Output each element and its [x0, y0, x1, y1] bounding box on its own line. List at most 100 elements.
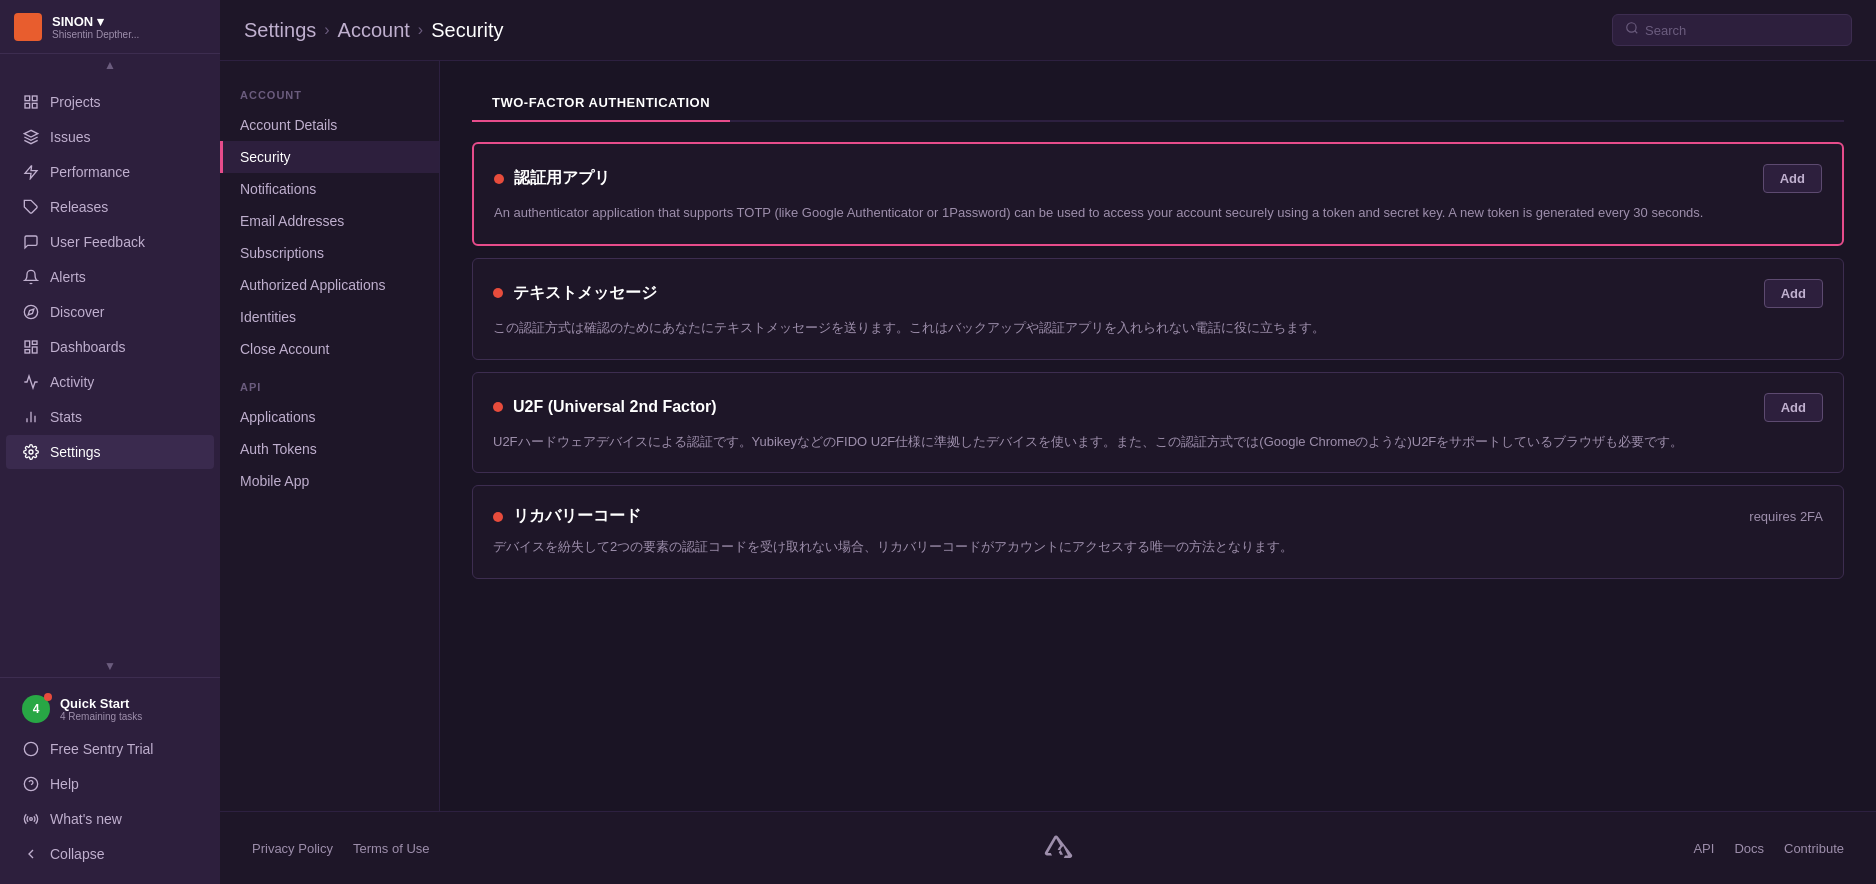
footer-link-api[interactable]: API — [1693, 841, 1714, 856]
quick-start-item[interactable]: 4 Quick Start 4 Remaining tasks — [6, 687, 214, 731]
auth-card-header: U2F (Universal 2nd Factor) Add — [493, 393, 1823, 422]
auth-card-u2f: U2F (Universal 2nd Factor) Add U2Fハードウェア… — [472, 372, 1844, 474]
sidebar-item-label: Dashboards — [50, 339, 126, 355]
auth-card-title: U2F (Universal 2nd Factor) — [493, 398, 717, 416]
settings-nav-account-details[interactable]: Account Details — [220, 109, 439, 141]
sidebar-item-label: Stats — [50, 409, 82, 425]
circle-icon — [22, 740, 40, 758]
tab-bar: TWO-FACTOR AUTHENTICATION — [472, 85, 1844, 122]
bell-icon — [22, 268, 40, 286]
sidebar-item-label: What's new — [50, 811, 122, 827]
settings-nav-identities[interactable]: Identities — [220, 301, 439, 333]
sidebar-item-discover[interactable]: Discover — [6, 295, 214, 329]
settings-nav-authorized-applications[interactable]: Authorized Applications — [220, 269, 439, 301]
sidebar-item-label: Help — [50, 776, 79, 792]
settings-nav-mobile-app[interactable]: Mobile App — [220, 465, 439, 497]
sidebar-item-dashboards[interactable]: Dashboards — [6, 330, 214, 364]
sidebar-item-label: Free Sentry Trial — [50, 741, 153, 757]
settings-nav-security[interactable]: Security — [220, 141, 439, 173]
sidebar-item-releases[interactable]: Releases — [6, 190, 214, 224]
settings-nav-notifications[interactable]: Notifications — [220, 173, 439, 205]
svg-rect-3 — [32, 103, 37, 108]
sidebar: SINON ▾ Shisentin Depther... ▲ Projects … — [0, 0, 220, 884]
chevron-left-icon — [22, 845, 40, 863]
breadcrumb: Settings › Account › Security — [244, 19, 503, 42]
search-bar[interactable] — [1612, 14, 1852, 46]
svg-rect-1 — [32, 96, 37, 101]
status-dot — [493, 402, 503, 412]
svg-point-16 — [24, 742, 37, 755]
content-area: ACCOUNT Account Details Security Notific… — [220, 61, 1876, 811]
org-header[interactable]: SINON ▾ Shisentin Depther... — [0, 0, 220, 54]
svg-point-19 — [30, 818, 33, 821]
sidebar-item-settings[interactable]: Settings — [6, 435, 214, 469]
auth-card-title: 認証用アプリ — [494, 168, 610, 189]
footer-link-contribute[interactable]: Contribute — [1784, 841, 1844, 856]
account-section-label: ACCOUNT — [220, 89, 439, 109]
sidebar-item-label: Collapse — [50, 846, 104, 862]
search-input[interactable] — [1645, 23, 1839, 38]
settings-nav-auth-tokens[interactable]: Auth Tokens — [220, 433, 439, 465]
sidebar-item-free-trial[interactable]: Free Sentry Trial — [6, 732, 214, 766]
breadcrumb-account[interactable]: Account — [338, 19, 410, 42]
top-header: Settings › Account › Security — [220, 0, 1876, 61]
footer-link-privacy[interactable]: Privacy Policy — [252, 841, 333, 856]
auth-card-header: 認証用アプリ Add — [494, 164, 1822, 193]
sentry-logo — [1043, 828, 1079, 868]
add-authenticator-app-button[interactable]: Add — [1763, 164, 1822, 193]
settings-nav-close-account[interactable]: Close Account — [220, 333, 439, 365]
sidebar-item-activity[interactable]: Activity — [6, 365, 214, 399]
auth-card-header: リカバリーコード requires 2FA — [493, 506, 1823, 527]
org-logo — [14, 13, 42, 41]
sidebar-item-label: Issues — [50, 129, 90, 145]
settings-nav-email-addresses[interactable]: Email Addresses — [220, 205, 439, 237]
sidebar-item-label: Settings — [50, 444, 101, 460]
footer: Privacy Policy Terms of Use API Docs Con… — [220, 811, 1876, 884]
sidebar-item-projects[interactable]: Projects — [6, 85, 214, 119]
sidebar-item-collapse[interactable]: Collapse — [6, 837, 214, 871]
status-dot — [494, 174, 504, 184]
footer-center — [1043, 828, 1079, 868]
svg-rect-2 — [25, 103, 30, 108]
tab-two-factor[interactable]: TWO-FACTOR AUTHENTICATION — [472, 85, 730, 122]
sidebar-item-performance[interactable]: Performance — [6, 155, 214, 189]
scroll-up-indicator[interactable]: ▲ — [0, 54, 220, 76]
sidebar-item-alerts[interactable]: Alerts — [6, 260, 214, 294]
svg-rect-10 — [32, 347, 37, 353]
footer-right: API Docs Contribute — [1693, 841, 1844, 856]
breadcrumb-settings[interactable]: Settings — [244, 19, 316, 42]
sidebar-item-issues[interactable]: Issues — [6, 120, 214, 154]
sidebar-bottom: 4 Quick Start 4 Remaining tasks Free Sen… — [0, 677, 220, 884]
settings-nav: ACCOUNT Account Details Security Notific… — [220, 61, 440, 811]
sidebar-item-whats-new[interactable]: What's new — [6, 802, 214, 836]
footer-link-terms[interactable]: Terms of Use — [353, 841, 430, 856]
add-u2f-button[interactable]: Add — [1764, 393, 1823, 422]
sidebar-item-label: Releases — [50, 199, 108, 215]
tag-icon — [22, 198, 40, 216]
org-name: SINON ▾ — [52, 14, 139, 29]
auth-card-header: テキストメッセージ Add — [493, 279, 1823, 308]
sidebar-item-label: Projects — [50, 94, 101, 110]
sidebar-item-stats[interactable]: Stats — [6, 400, 214, 434]
auth-card-recovery-codes: リカバリーコード requires 2FA デバイスを紛失して2つの要素の認証コ… — [472, 485, 1844, 579]
sidebar-item-user-feedback[interactable]: User Feedback — [6, 225, 214, 259]
layers-icon — [22, 128, 40, 146]
sidebar-item-help[interactable]: Help — [6, 767, 214, 801]
quick-start-text: Quick Start 4 Remaining tasks — [60, 696, 142, 722]
auth-method-name: U2F (Universal 2nd Factor) — [513, 398, 717, 416]
svg-point-20 — [1627, 23, 1636, 32]
add-text-message-button[interactable]: Add — [1764, 279, 1823, 308]
footer-left: Privacy Policy Terms of Use — [252, 841, 430, 856]
status-dot — [493, 288, 503, 298]
settings-nav-applications[interactable]: Applications — [220, 401, 439, 433]
requires-2fa-label: requires 2FA — [1749, 509, 1823, 524]
breadcrumb-sep-2: › — [418, 21, 423, 39]
help-icon — [22, 775, 40, 793]
footer-link-docs[interactable]: Docs — [1734, 841, 1764, 856]
auth-card-title: リカバリーコード — [493, 506, 641, 527]
settings-nav-subscriptions[interactable]: Subscriptions — [220, 237, 439, 269]
scroll-down-indicator[interactable]: ▼ — [0, 655, 220, 677]
svg-marker-7 — [28, 309, 34, 315]
sidebar-item-label: User Feedback — [50, 234, 145, 250]
auth-card-authenticator-app: 認証用アプリ Add An authenticator application … — [472, 142, 1844, 246]
